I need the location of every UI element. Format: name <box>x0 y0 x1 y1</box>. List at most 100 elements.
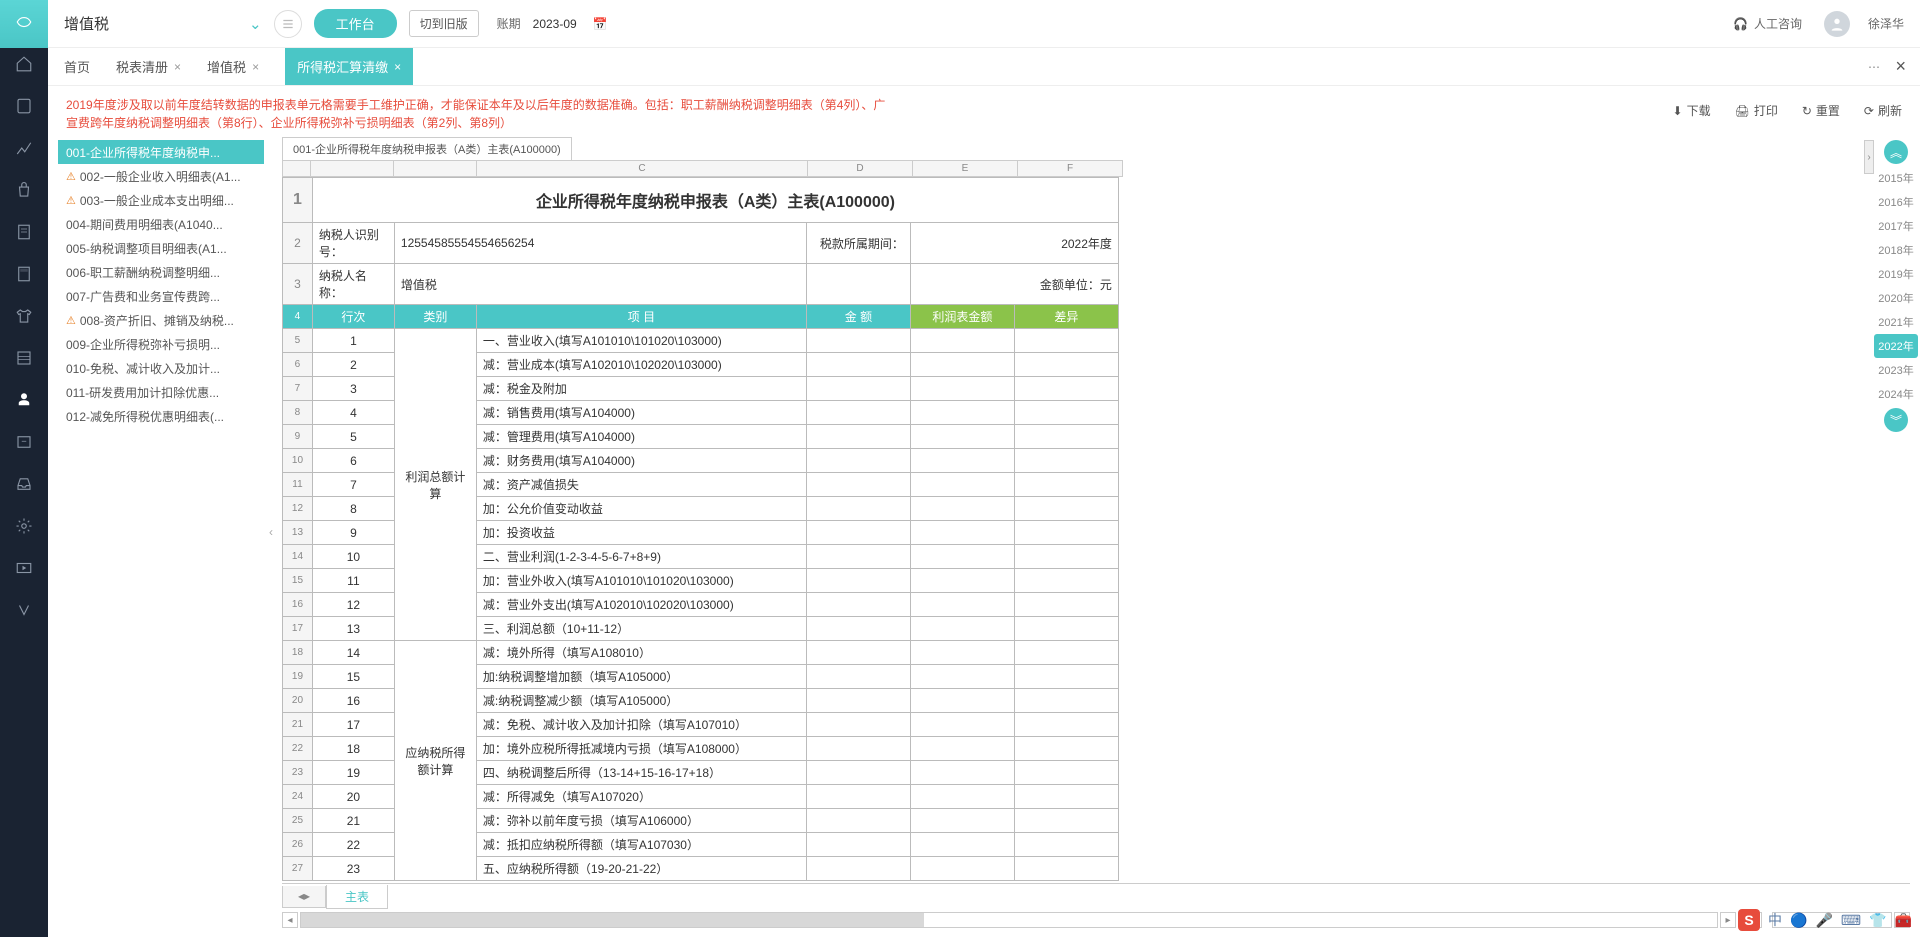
year-item[interactable]: 2023年 <box>1874 358 1918 382</box>
sheet-nav-icon[interactable]: ◂▸ <box>282 886 326 908</box>
cell-value[interactable] <box>910 833 1014 857</box>
cell-value[interactable] <box>910 377 1014 401</box>
cell-value[interactable] <box>1014 809 1118 833</box>
cell-value[interactable] <box>806 329 910 353</box>
cell-line[interactable]: 12 <box>312 593 394 617</box>
cell-value[interactable] <box>1014 425 1118 449</box>
table-row[interactable]: 1814应纳税所得额计算减：境外所得（填写A108010） <box>283 641 1119 665</box>
cell-item[interactable]: 减：管理费用(填写A104000) <box>476 425 806 449</box>
nav-tax-icon[interactable] <box>14 390 34 410</box>
cell-value[interactable] <box>910 785 1014 809</box>
cell-value[interactable] <box>806 473 910 497</box>
avatar[interactable] <box>1824 11 1850 37</box>
entity-selector[interactable]: 增值税 ⌄ <box>64 13 262 34</box>
cell-item[interactable]: 减：境外所得（填写A108010） <box>476 641 806 665</box>
cell-value[interactable] <box>1014 449 1118 473</box>
right-rail-expand-icon[interactable]: › <box>1864 140 1874 174</box>
form-list-item[interactable]: 005-纳税调整项目明细表(A1... <box>58 236 264 260</box>
scroll-right-icon[interactable]: ▸ <box>1720 912 1736 928</box>
tab-vat[interactable]: 增值税× <box>207 48 259 85</box>
cell-item[interactable]: 加：公允价值变动收益 <box>476 497 806 521</box>
cell-line[interactable]: 2 <box>312 353 394 377</box>
refresh-button[interactable]: ⟳ 刷新 <box>1864 102 1902 119</box>
cell-value[interactable] <box>910 521 1014 545</box>
cell-value[interactable] <box>806 617 910 641</box>
cell-value[interactable] <box>1014 521 1118 545</box>
scroll-up-icon[interactable]: ︽ <box>1884 140 1908 164</box>
form-list-item[interactable]: 006-职工薪酬纳税调整明细... <box>58 260 264 284</box>
cell-line[interactable]: 23 <box>312 857 394 881</box>
collapse-handle-icon[interactable]: ‹ <box>264 134 278 929</box>
cell-value[interactable] <box>1014 617 1118 641</box>
form-list-item[interactable]: 004-期间费用明细表(A1040... <box>58 212 264 236</box>
cell-line[interactable]: 16 <box>312 689 394 713</box>
cell-value[interactable] <box>806 353 910 377</box>
cell-value[interactable] <box>910 401 1014 425</box>
cell-value[interactable] <box>806 497 910 521</box>
cell-value[interactable] <box>806 449 910 473</box>
cell-item[interactable]: 减：营业成本(填写A102010\102020\103000) <box>476 353 806 377</box>
cell-line[interactable]: 17 <box>312 713 394 737</box>
form-list-item[interactable]: 010-免税、减计收入及加计... <box>58 356 264 380</box>
cell-item[interactable]: 减：销售费用(填写A104000) <box>476 401 806 425</box>
cell-line[interactable]: 14 <box>312 641 394 665</box>
nav-settings-icon[interactable] <box>14 516 34 536</box>
cell-line[interactable]: 22 <box>312 833 394 857</box>
cell-value[interactable] <box>910 569 1014 593</box>
cell-value[interactable] <box>806 545 910 569</box>
table-row[interactable]: 51利润总额计算一、营业收入(填写A101010\101020\103000) <box>283 329 1119 353</box>
nav-chart-icon[interactable] <box>14 138 34 158</box>
cell-value[interactable] <box>910 617 1014 641</box>
cell-line[interactable]: 3 <box>312 377 394 401</box>
cell-item[interactable]: 五、应纳税所得额（19-20-21-22） <box>476 857 806 881</box>
form-list-item[interactable]: 007-广告费和业务宣传费跨... <box>58 284 264 308</box>
cell-value[interactable] <box>910 449 1014 473</box>
year-item[interactable]: 2018年 <box>1874 238 1918 262</box>
nav-bag-icon[interactable] <box>14 180 34 200</box>
year-item[interactable]: 2021年 <box>1874 310 1918 334</box>
period-value[interactable]: 2023-09 <box>533 17 577 31</box>
cell-item[interactable]: 三、利润总额（10+11-12） <box>476 617 806 641</box>
cell-value[interactable] <box>910 425 1014 449</box>
cell-value[interactable] <box>806 809 910 833</box>
cell-value[interactable] <box>1014 329 1118 353</box>
ime-keyboard-icon[interactable]: ⌨ <box>1841 912 1861 929</box>
download-button[interactable]: ⬇ 下载 <box>1673 102 1711 119</box>
cell-value[interactable] <box>806 641 910 665</box>
cell-line[interactable]: 18 <box>312 737 394 761</box>
cell-item[interactable]: 加：投资收益 <box>476 521 806 545</box>
nav-grid-icon[interactable] <box>14 348 34 368</box>
nav-ledger-icon[interactable] <box>14 96 34 116</box>
cell-item[interactable]: 减：抵扣应纳税所得额（填写A107030） <box>476 833 806 857</box>
workspace-button[interactable]: 工作台 <box>314 9 397 38</box>
cell-value[interactable] <box>806 761 910 785</box>
cell-item[interactable]: 减：财务费用(填写A104000) <box>476 449 806 473</box>
cell-value[interactable] <box>806 401 910 425</box>
cell-value[interactable] <box>1014 689 1118 713</box>
cell-item[interactable]: 减:纳税调整减少额（填写A105000） <box>476 689 806 713</box>
form-list-item[interactable]: 009-企业所得税弥补亏损明... <box>58 332 264 356</box>
cell-line[interactable]: 11 <box>312 569 394 593</box>
cell-value[interactable] <box>1014 497 1118 521</box>
cell-value[interactable] <box>1014 737 1118 761</box>
form-list-item[interactable]: 001-企业所得税年度纳税申... <box>58 140 264 164</box>
tab-home[interactable]: 首页 <box>64 48 90 85</box>
cell-value[interactable] <box>910 497 1014 521</box>
cell-value[interactable] <box>910 761 1014 785</box>
cell-value[interactable] <box>910 473 1014 497</box>
cell-value[interactable] <box>806 713 910 737</box>
cell-value[interactable] <box>806 737 910 761</box>
cell-value[interactable] <box>806 689 910 713</box>
cell-line[interactable]: 7 <box>312 473 394 497</box>
form-list-item[interactable]: ⚠008-资产折旧、摊销及纳税... <box>58 308 264 332</box>
nav-doc-icon[interactable] <box>14 222 34 242</box>
cell-value[interactable] <box>806 785 910 809</box>
scroll-down-icon[interactable]: ︾ <box>1884 408 1908 432</box>
sogou-ime-icon[interactable]: S <box>1738 909 1760 931</box>
cell-value[interactable] <box>910 593 1014 617</box>
year-item[interactable]: 2024年 <box>1874 382 1918 406</box>
nav-calc-icon[interactable] <box>14 264 34 284</box>
cell-line[interactable]: 6 <box>312 449 394 473</box>
consult-button[interactable]: 🎧 人工咨询 <box>1733 15 1802 32</box>
year-item[interactable]: 2022年 <box>1874 334 1918 358</box>
